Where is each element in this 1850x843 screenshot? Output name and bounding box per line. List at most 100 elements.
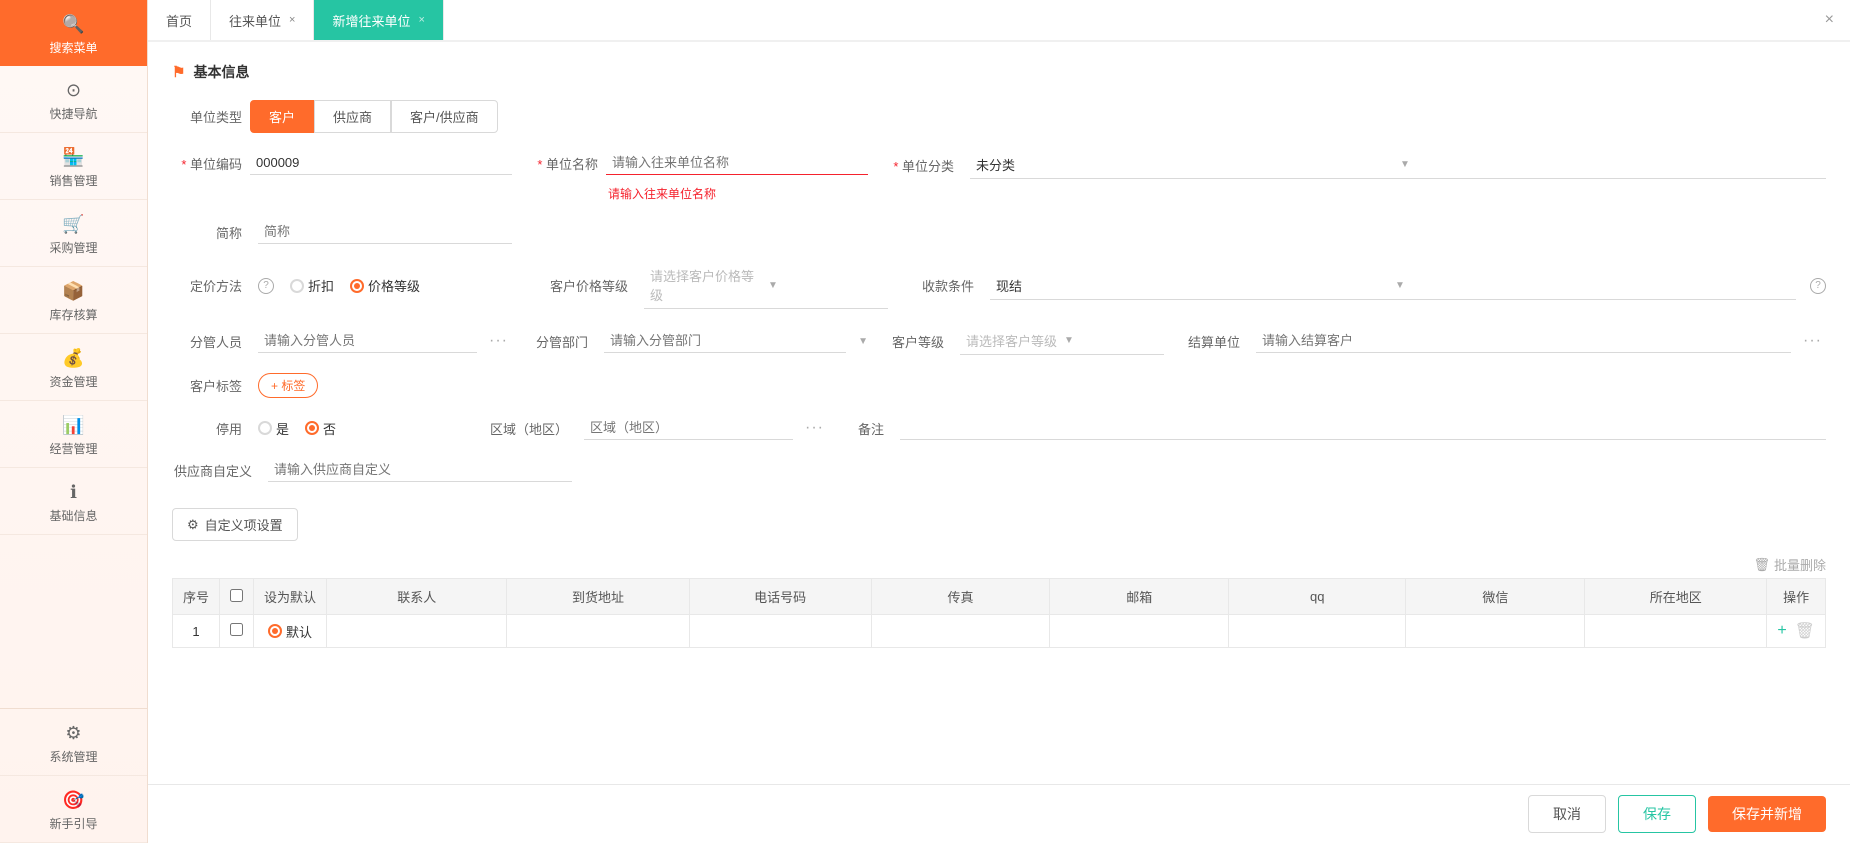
supplier-custom-input[interactable] (268, 458, 572, 482)
customer-level-field: 客户等级 请选择客户等级 ▼ (884, 327, 1164, 355)
pricing-radio-group: 折扣 价格等级 (290, 276, 420, 295)
sidebar: 🔍 搜索菜单 ⊙ 快捷导航 🏪 销售管理 🛒 采购管理 📦 库存核算 💰 资金管… (0, 0, 148, 843)
department-label: 分管部门 (528, 332, 588, 351)
row-email-input[interactable] (1060, 624, 1218, 639)
window-close-btn[interactable]: × (1809, 11, 1850, 29)
btn-customer-supplier[interactable]: 客户/供应商 (391, 100, 498, 133)
cell-default: 默认 (254, 615, 327, 648)
payment-terms-select[interactable]: 现结 ▼ (990, 272, 1796, 300)
tab-partners[interactable]: 往来单位 × (211, 0, 314, 40)
unit-category-select[interactable]: 未分类 ▼ (970, 151, 1826, 179)
sys-mgmt-icon: ⚙ (65, 723, 81, 744)
add-tag-label: + 标签 (271, 377, 305, 394)
cell-email (1050, 615, 1229, 648)
purchase-icon: 🛒 (62, 214, 84, 235)
sales-icon: 🏪 (62, 147, 84, 168)
save-and-add-button[interactable]: 保存并新增 (1708, 796, 1826, 832)
cell-seq: 1 (173, 615, 220, 648)
unit-name-field: 单位名称 请输入往来单位名称 (528, 151, 868, 202)
tab-partners-close[interactable]: × (289, 14, 295, 26)
supervisor-more-icon[interactable]: ··· (485, 332, 512, 350)
customer-tag-row: 客户标签 + 标签 (172, 373, 1826, 398)
remark-input[interactable] (900, 416, 1826, 440)
row-action-buttons: + 🗑 (1777, 621, 1815, 641)
radio-yes-circle (258, 421, 272, 435)
row-checkbox[interactable] (230, 623, 243, 636)
custom-settings-area: ⚙ 自定义项设置 (172, 500, 1826, 549)
header-checkbox[interactable] (230, 589, 243, 602)
row-address-input[interactable] (517, 624, 678, 639)
row-qq-input[interactable] (1239, 624, 1395, 639)
radio-no-circle (305, 421, 319, 435)
sidebar-item-finance[interactable]: 💰 资金管理 (0, 334, 147, 401)
unit-type-row: 单位类型 客户 供应商 客户/供应商 (172, 100, 1826, 133)
radio-yes[interactable]: 是 (258, 419, 289, 438)
customer-level-select[interactable]: 请选择客户等级 ▼ (960, 327, 1164, 355)
row-phone-input[interactable] (700, 624, 861, 639)
sidebar-item-sys-mgmt[interactable]: ⚙ 系统管理 (0, 709, 147, 776)
region-input[interactable] (584, 416, 793, 440)
radio-discount[interactable]: 折扣 (290, 276, 334, 295)
settlement-unit-input[interactable] (1256, 329, 1791, 353)
col-actions: 操作 (1767, 579, 1826, 615)
custom-settings-button[interactable]: ⚙ 自定义项设置 (172, 508, 298, 541)
add-tag-button[interactable]: + 标签 (258, 373, 318, 398)
main-area: 首页 往来单位 × 新增往来单位 × × ⚑ 基本信息 单位类型 客户 供应商 … (148, 0, 1850, 843)
row-fax-input[interactable] (882, 624, 1040, 639)
settlement-more-icon[interactable]: ··· (1799, 332, 1826, 350)
sidebar-item-sales[interactable]: 🏪 销售管理 (0, 133, 147, 200)
btn-customer[interactable]: 客户 (250, 100, 314, 133)
payment-help-icon[interactable]: ? (1810, 278, 1826, 294)
sidebar-inventory-label: 库存核算 (49, 306, 97, 323)
region-more-icon[interactable]: ··· (801, 419, 828, 437)
row-contact-input[interactable] (337, 624, 496, 639)
tab-home[interactable]: 首页 (148, 0, 211, 40)
sidebar-search-label: 搜索菜单 (49, 39, 97, 56)
row-region-input[interactable] (1595, 624, 1756, 639)
unit-name-input[interactable] (606, 151, 868, 175)
table-row: 1 默认 (173, 615, 1826, 648)
supplier-custom-label: 供应商自定义 (172, 461, 252, 480)
department-input[interactable] (604, 329, 846, 353)
sidebar-item-quick-nav[interactable]: ⊙ 快捷导航 (0, 66, 147, 133)
col-default: 设为默认 (254, 579, 327, 615)
supervisor-input[interactable] (258, 329, 477, 353)
tab-new-partner-close[interactable]: × (418, 14, 424, 26)
region-field: 区域（地区） ··· (488, 416, 828, 440)
cell-check (220, 615, 254, 648)
col-region: 所在地区 (1585, 579, 1767, 615)
unit-type-label: 单位类型 (172, 107, 242, 126)
pricing-help-icon[interactable]: ? (258, 278, 274, 294)
flag-icon: ⚑ (172, 63, 185, 81)
disabled-label: 停用 (172, 419, 242, 438)
row-delete-button[interactable]: 🗑 (1795, 621, 1815, 641)
save-button[interactable]: 保存 (1618, 795, 1696, 833)
sidebar-item-purchase[interactable]: 🛒 采购管理 (0, 200, 147, 267)
unit-code-input[interactable] (250, 151, 512, 175)
radio-no[interactable]: 否 (305, 419, 336, 438)
row-add-button[interactable]: + (1777, 622, 1786, 640)
customer-level-arrow-icon: ▼ (1064, 335, 1158, 346)
region-label: 区域（地区） (488, 419, 568, 438)
sidebar-item-operations[interactable]: 📊 经营管理 (0, 401, 147, 468)
sidebar-item-new-guide[interactable]: 🎯 新手引导 (0, 776, 147, 843)
payment-terms-label: 收款条件 (904, 276, 974, 295)
supervisor-row: 分管人员 ··· 分管部门 ▼ 客户等级 请选择客户等级 ▼ (172, 327, 1826, 355)
row-default-radio[interactable] (268, 624, 282, 638)
short-name-field: 简称 (172, 220, 512, 244)
radio-price-level[interactable]: 价格等级 (350, 276, 420, 295)
customer-price-level-select[interactable]: 请选择客户价格等级 ▼ (644, 262, 888, 309)
btn-supplier[interactable]: 供应商 (314, 100, 391, 133)
tab-new-partner[interactable]: 新增往来单位 × (314, 0, 443, 40)
batch-delete-button[interactable]: 🗑 批量删除 (1753, 555, 1826, 574)
action-bar: 取消 保存 保存并新增 (148, 784, 1850, 843)
sidebar-item-basic-info[interactable]: ℹ 基础信息 (0, 468, 147, 535)
batch-delete-label: 批量删除 (1774, 555, 1826, 574)
short-name-input[interactable] (258, 220, 512, 244)
sidebar-item-inventory[interactable]: 📦 库存核算 (0, 267, 147, 334)
row-wechat-input[interactable] (1416, 624, 1574, 639)
cancel-button[interactable]: 取消 (1528, 795, 1606, 833)
sidebar-item-search[interactable]: 🔍 搜索菜单 (0, 0, 147, 66)
payment-terms-field: 收款条件 现结 ▼ ? (904, 272, 1826, 300)
supervisor-label: 分管人员 (172, 332, 242, 351)
